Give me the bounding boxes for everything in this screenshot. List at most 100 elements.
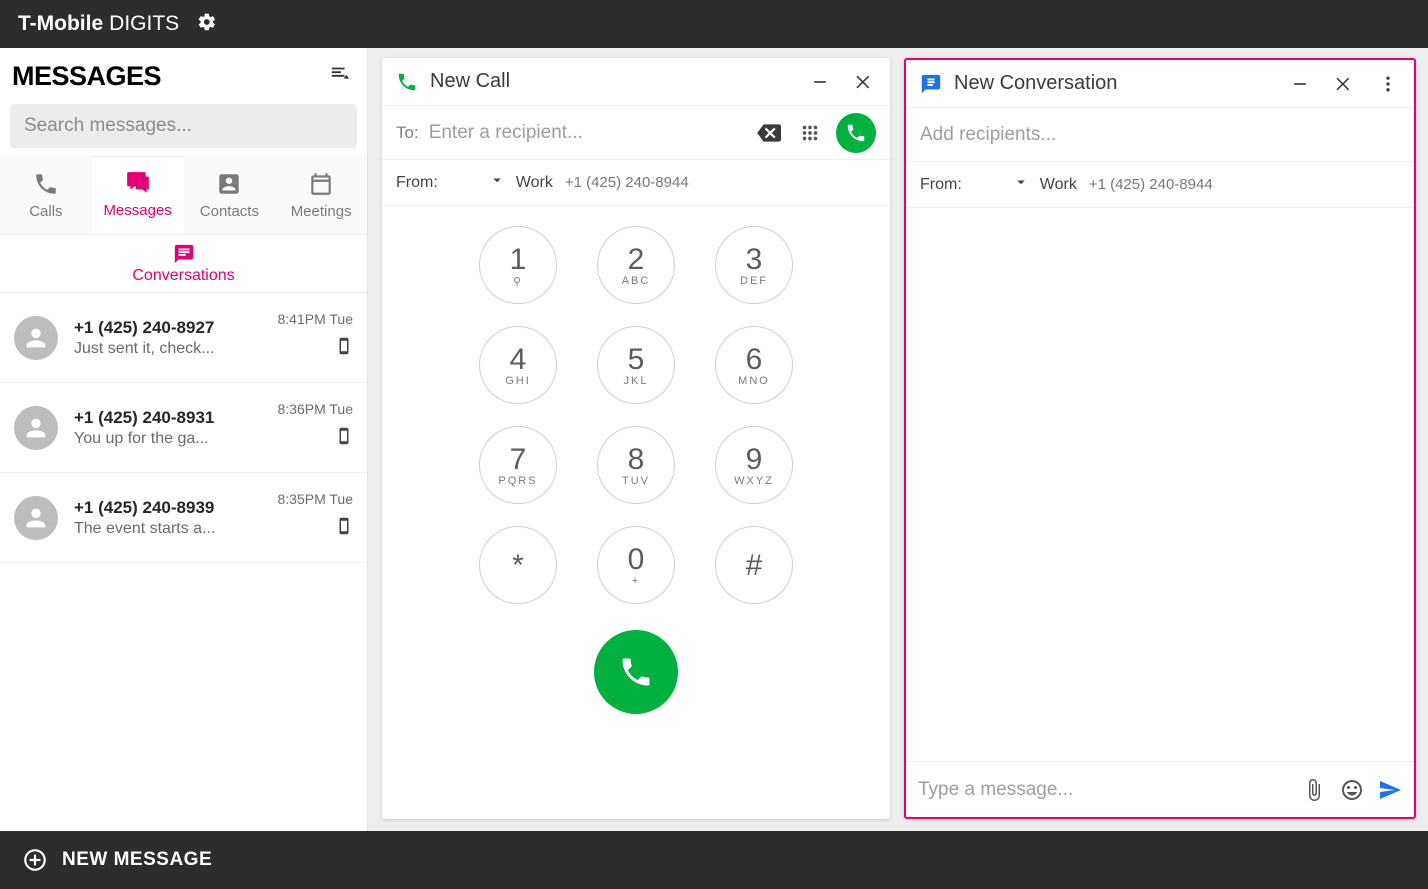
- phone-icon: [33, 171, 59, 197]
- key-5[interactable]: 5JKL: [597, 326, 675, 404]
- brand: T-Mobile DIGITS: [18, 12, 179, 36]
- contact-name: +1 (425) 240-8931: [74, 408, 262, 428]
- from-selector[interactable]: From: Work +1 (425) 240-8944: [382, 160, 890, 206]
- avatar: [14, 496, 58, 540]
- message-input[interactable]: [918, 779, 1288, 801]
- minimize-button[interactable]: [1284, 68, 1316, 100]
- to-label: To:: [396, 123, 419, 143]
- settings-button[interactable]: [197, 12, 217, 37]
- close-icon: [1334, 74, 1354, 94]
- key-0[interactable]: 0+: [597, 526, 675, 604]
- message-preview: You up for the ga...: [74, 430, 262, 448]
- list-sort-icon: [329, 63, 351, 85]
- emoji-button[interactable]: [1340, 778, 1364, 802]
- key-3[interactable]: 3DEF: [715, 226, 793, 304]
- chevron-down-icon: [1012, 173, 1030, 196]
- timestamp: 8:41PM Tue: [278, 311, 354, 327]
- sidebar: MESSAGES Calls Messages Co: [0, 48, 368, 831]
- tab-messages-label: Messages: [103, 202, 171, 219]
- line-label: Work: [516, 174, 553, 192]
- new-message-label: NEW MESSAGE: [62, 849, 212, 871]
- key-hash[interactable]: #: [715, 526, 793, 604]
- person-icon: [22, 504, 50, 532]
- list-item[interactable]: +1 (425) 240-8927 Just sent it, check...…: [0, 293, 367, 383]
- tab-contacts[interactable]: Contacts: [184, 156, 276, 234]
- from-label: From:: [396, 174, 438, 192]
- message-preview: The event starts a...: [74, 520, 262, 538]
- phone-icon: [845, 122, 867, 144]
- brand-light: DIGITS: [109, 12, 179, 36]
- minimize-icon: [1290, 74, 1310, 94]
- person-icon: [22, 414, 50, 442]
- avatar: [14, 316, 58, 360]
- new-message-button[interactable]: NEW MESSAGE: [0, 831, 1428, 889]
- timestamp: 8:36PM Tue: [278, 401, 354, 417]
- gear-icon: [197, 12, 217, 32]
- recipient-input[interactable]: [429, 122, 742, 144]
- device-icon: [335, 513, 353, 544]
- message-preview: Just sent it, check...: [74, 340, 262, 358]
- page-title: MESSAGES: [12, 61, 161, 92]
- contacts-icon: [216, 171, 242, 197]
- list-item[interactable]: +1 (425) 240-8939 The event starts a... …: [0, 473, 367, 563]
- recipients-input[interactable]: [920, 124, 1400, 146]
- face-icon: [1340, 778, 1364, 802]
- more-vertical-icon: [1378, 74, 1398, 94]
- backspace-button[interactable]: [752, 117, 784, 149]
- chevron-down-icon: [488, 171, 506, 194]
- conversation-list[interactable]: +1 (425) 240-8927 Just sent it, check...…: [0, 293, 367, 831]
- calendar-icon: [308, 171, 334, 197]
- tab-meetings[interactable]: Meetings: [275, 156, 367, 234]
- list-item[interactable]: +1 (425) 240-8931 You up for the ga... 8…: [0, 383, 367, 473]
- close-icon: [854, 72, 874, 92]
- key-8[interactable]: 8TUV: [597, 426, 675, 504]
- search-input[interactable]: [10, 104, 357, 148]
- send-icon: [1378, 778, 1402, 802]
- from-selector[interactable]: From: Work +1 (425) 240-8944: [906, 162, 1414, 208]
- minimize-icon: [810, 72, 830, 92]
- sidebar-tabs: Calls Messages Contacts Meetings: [0, 156, 367, 235]
- key-star[interactable]: *: [479, 526, 557, 604]
- more-button[interactable]: [1372, 68, 1404, 100]
- line-label: Work: [1040, 176, 1077, 194]
- conversation-body: [906, 208, 1414, 761]
- dialpad: 1⚲ 2ABC 3DEF 4GHI 5JKL 6MNO 7PQRS 8TUV 9…: [382, 206, 890, 819]
- new-conversation-panel: New Conversation From: Work +1 (425) 240…: [904, 58, 1416, 819]
- messages-icon: [125, 170, 151, 196]
- subtab-conversations[interactable]: Conversations: [0, 235, 367, 293]
- device-icon: [335, 423, 353, 454]
- close-button[interactable]: [848, 66, 880, 98]
- send-button[interactable]: [1378, 778, 1402, 802]
- min像minimize-button[interactable]: [804, 66, 836, 98]
- device-icon: [335, 333, 353, 364]
- message-icon: [920, 73, 942, 95]
- phone-icon: [396, 71, 418, 93]
- key-4[interactable]: 4GHI: [479, 326, 557, 404]
- call-button[interactable]: [836, 113, 876, 153]
- avatar: [14, 406, 58, 450]
- timestamp: 8:35PM Tue: [278, 491, 354, 507]
- key-2[interactable]: 2ABC: [597, 226, 675, 304]
- backspace-icon: [755, 120, 781, 146]
- key-1[interactable]: 1⚲: [479, 226, 557, 304]
- key-7[interactable]: 7PQRS: [479, 426, 557, 504]
- attach-button[interactable]: [1302, 778, 1326, 802]
- panel-title: New Conversation: [954, 72, 1272, 95]
- tab-calls[interactable]: Calls: [0, 156, 92, 234]
- dial-button[interactable]: [594, 630, 678, 714]
- brand-bold: T-Mobile: [18, 12, 103, 36]
- paperclip-icon: [1302, 778, 1326, 802]
- close-button[interactable]: [1328, 68, 1360, 100]
- sort-button[interactable]: [329, 63, 351, 90]
- panel-title: New Call: [430, 70, 792, 93]
- key-6[interactable]: 6MNO: [715, 326, 793, 404]
- from-label: From:: [920, 176, 962, 194]
- key-9[interactable]: 9WXYZ: [715, 426, 793, 504]
- new-call-panel: New Call To: From: Work +1 (425) 2: [382, 58, 890, 819]
- line-number: +1 (425) 240-8944: [565, 174, 689, 191]
- tab-messages[interactable]: Messages: [92, 156, 184, 234]
- contact-name: +1 (425) 240-8939: [74, 498, 262, 518]
- chat-icon: [173, 243, 195, 265]
- contact-name: +1 (425) 240-8927: [74, 318, 262, 338]
- dialpad-toggle[interactable]: [794, 117, 826, 149]
